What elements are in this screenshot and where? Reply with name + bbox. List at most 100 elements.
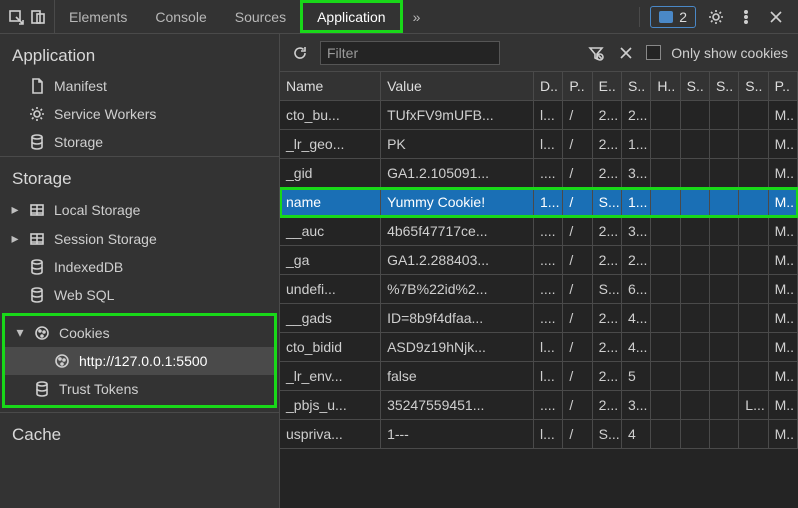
sidebar-item-label: Storage [54,134,103,150]
table-row[interactable]: undefi...%7B%22id%2......./S...6...M.. [280,275,798,304]
table-cell: / [563,159,592,188]
table-row[interactable]: _gidGA1.2.105091......./2...3...M.. [280,159,798,188]
table-cell [739,188,768,217]
sidebar-item-manifest[interactable]: Manifest [0,72,279,100]
table-row[interactable]: _pbjs_u...35247559451......./2...3...L..… [280,391,798,420]
sidebar-item-cookies-origin[interactable]: http://127.0.0.1:5500 [5,347,274,375]
table-row[interactable]: cto_bu...TUfxFV9mUFB...l.../2...2...M.. [280,101,798,130]
table-cell [739,333,768,362]
tab-sources[interactable]: Sources [221,0,300,33]
cookies-table-wrap[interactable]: NameValueD..P..E..S..H..S..S..S..P.. cto… [280,72,798,508]
section-application: Application [0,34,279,72]
chevron-right-icon: ▸ [10,201,20,218]
tabs-overflow-icon[interactable]: » [403,0,431,33]
table-header-cell[interactable]: S.. [739,72,768,101]
table-row[interactable]: uspriva...1---l.../S...4M.. [280,420,798,449]
table-header-cell[interactable]: S.. [680,72,709,101]
table-row[interactable]: __gadsID=8b9f4dfaa......./2...4...M.. [280,304,798,333]
table-header-cell[interactable]: D.. [534,72,563,101]
table-cell: cto_bidid [280,333,381,362]
sidebar-item-trust-tokens[interactable]: Trust Tokens [5,375,274,403]
section-cache: Cache [0,412,279,451]
table-cell: M.. [768,159,797,188]
table-cell: .... [534,217,563,246]
sidebar-item-websql[interactable]: Web SQL [0,281,279,309]
close-icon[interactable] [766,7,786,27]
gear-icon[interactable] [706,7,726,27]
table-cell [709,333,738,362]
tab-elements[interactable]: Elements [55,0,141,33]
issues-icon [659,11,673,23]
table-cell: cto_bu... [280,101,381,130]
sidebar-item-session-storage[interactable]: ▸ Session Storage [0,224,279,253]
clear-all-icon[interactable] [616,43,636,63]
table-cell: _ga [280,246,381,275]
sidebar-item-service-workers[interactable]: Service Workers [0,100,279,128]
devtools-topbar: Elements Console Sources Application » 2 [0,0,798,34]
cookies-panel: Only show cookies NameValueD..P..E..S..H… [280,34,798,508]
table-cell: 6... [621,275,650,304]
device-toolbar-icon[interactable] [28,7,48,27]
table-row[interactable]: _lr_geo...PKl.../2...1...M.. [280,130,798,159]
table-cell: 2... [592,362,621,391]
sidebar-item-storage-overview[interactable]: Storage [0,128,279,156]
inspect-icon[interactable] [6,7,26,27]
sidebar-item-label: Cookies [59,325,110,341]
table-cell: false [381,362,534,391]
sidebar-item-indexeddb[interactable]: IndexedDB [0,253,279,281]
table-row[interactable]: _gaGA1.2.288403......./2...2...M.. [280,246,798,275]
separator [639,7,640,27]
refresh-icon[interactable] [290,43,310,63]
table-cell: / [563,304,592,333]
table-cell: 35247559451... [381,391,534,420]
filter-input[interactable] [320,41,500,65]
table-cell [651,391,680,420]
table-header-cell[interactable]: H.. [651,72,680,101]
issues-indicator[interactable]: 2 [650,6,696,28]
table-header-cell[interactable]: P.. [563,72,592,101]
table-header-cell[interactable]: S.. [621,72,650,101]
table-cell: .... [534,391,563,420]
table-cell [680,304,709,333]
file-icon [28,78,46,94]
table-cell: 4... [621,304,650,333]
table-cell: 2... [621,246,650,275]
table-cell [709,130,738,159]
tab-console[interactable]: Console [141,0,220,33]
table-cell: .... [534,159,563,188]
table-cell [651,333,680,362]
table-header-cell[interactable]: Name [280,72,381,101]
table-cell [709,217,738,246]
table-header-cell[interactable]: S.. [709,72,738,101]
table-cell [709,275,738,304]
chevron-right-icon: ▸ [10,230,20,247]
table-cell: 1... [621,130,650,159]
table-row[interactable]: _lr_env...falsel.../2...5M.. [280,362,798,391]
table-cell: 2... [592,159,621,188]
table-cell: 2... [592,101,621,130]
table-cell [709,188,738,217]
sidebar-item-local-storage[interactable]: ▸ Local Storage [0,195,279,224]
table-header-cell[interactable]: E.. [592,72,621,101]
table-row[interactable]: cto_bididASD9z19hNjk...l.../2...4...M.. [280,333,798,362]
table-cell: undefi... [280,275,381,304]
table-cell: __gads [280,304,381,333]
cookies-highlight-box: ▾ Cookies http://127.0.0.1:5500 Trust To… [2,313,277,408]
clear-filter-icon[interactable] [586,43,606,63]
table-cell [651,130,680,159]
table-cell [651,275,680,304]
table-cell [739,362,768,391]
table-cell: M.. [768,391,797,420]
table-cell: S... [592,188,621,217]
table-row[interactable]: nameYummy Cookie!1.../S...1...M.. [280,188,798,217]
only-show-checkbox[interactable] [646,45,661,60]
table-cell [680,217,709,246]
table-header-cell[interactable]: Value [381,72,534,101]
tab-application[interactable]: Application [300,0,403,33]
table-cell: _gid [280,159,381,188]
kebab-menu-icon[interactable] [736,7,756,27]
table-cell [680,101,709,130]
sidebar-item-cookies[interactable]: ▾ Cookies [5,318,274,347]
table-header-cell[interactable]: P.. [768,72,797,101]
table-row[interactable]: __auc4b65f47717ce......./2...3...M.. [280,217,798,246]
